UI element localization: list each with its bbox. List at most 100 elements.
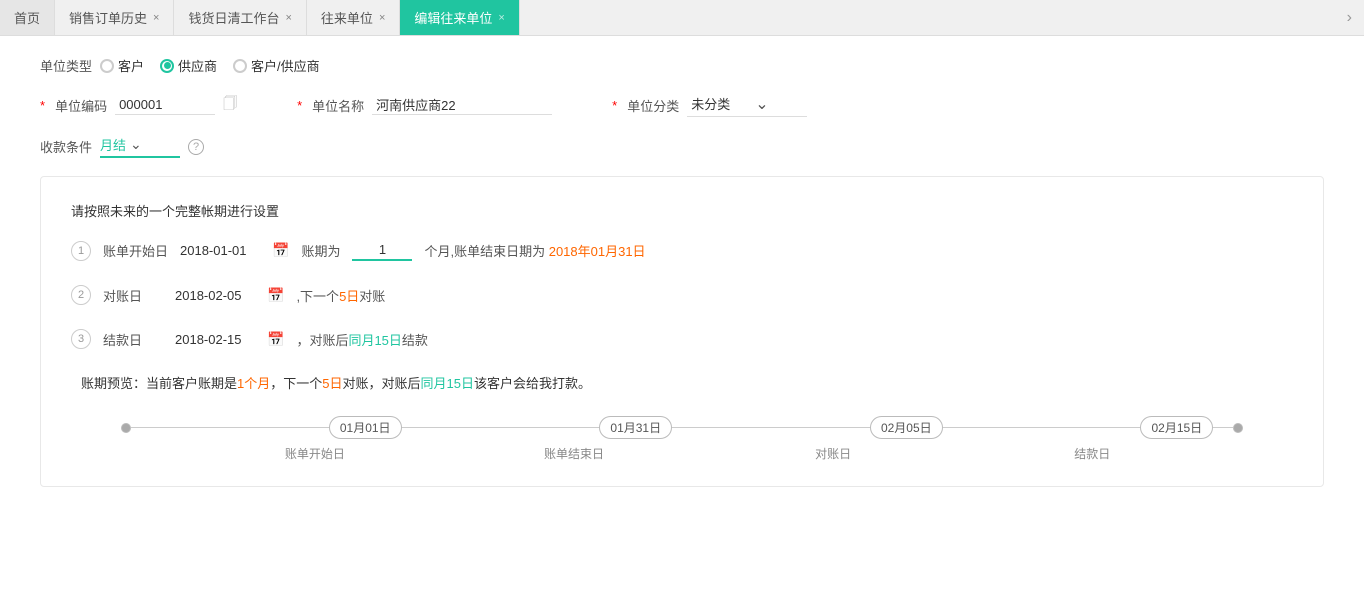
tab-edit-partner[interactable]: 编辑往来单位 × [400, 0, 519, 35]
name-label: 单位名称 [312, 96, 364, 115]
radio-both[interactable]: 客户/供应商 [233, 56, 320, 75]
unit-type-row: 单位类型 客户 供应商 客户/供应商 [40, 56, 1324, 75]
radio-customer-circle [100, 59, 114, 73]
step-3-highlight: 同月15日 [348, 333, 401, 348]
timeline-node-4: 02月15日 [1140, 416, 1213, 439]
code-required: * [40, 98, 45, 113]
category-group: * 单位分类 未分类 ⌄ [612, 94, 807, 117]
radio-customer-label: 客户 [118, 56, 144, 75]
tab-cash-work[interactable]: 钱货日清工作台 × [174, 0, 306, 35]
tab-sales-history[interactable]: 销售订单历史 × [55, 0, 174, 35]
step-2-row: 2 对账日 2018-02-05 📅 ,下一个5日对账 [71, 285, 1293, 305]
timeline-node-2: 01月31日 [599, 416, 672, 439]
radio-supplier-circle [160, 59, 174, 73]
timeline-badge-4: 02月15日 [1140, 416, 1213, 439]
tab-sales-history-close[interactable]: × [153, 12, 159, 24]
radio-group: 客户 供应商 客户/供应商 [100, 56, 320, 75]
category-required: * [612, 98, 617, 113]
name-input[interactable] [372, 95, 552, 115]
timeline-line-4 [943, 427, 1141, 428]
payment-help-icon[interactable]: ? [188, 139, 204, 155]
unit-type-group: 单位类型 客户 供应商 客户/供应商 [40, 56, 320, 75]
timeline-captions: 账单开始日 账单结束日 对账日 结款日 [81, 445, 1283, 462]
step-1-period-input[interactable] [352, 240, 412, 261]
tab-bar: 首页 销售订单历史 × 钱货日清工作台 × 往来单位 × 编辑往来单位 × › [0, 0, 1364, 36]
payment-dropdown[interactable]: 月结 ⌄ [100, 135, 180, 158]
timeline-line-3 [672, 427, 870, 428]
step-1-cal-icon[interactable]: 📅 [272, 242, 289, 259]
step-3-num: 3 [71, 329, 91, 349]
tab-home-label: 首页 [14, 8, 40, 27]
payment-arrow-icon: ⌄ [130, 136, 142, 153]
step-2-label: 对账日 [103, 286, 163, 305]
payment-group: 收款条件 月结 ⌄ ? [40, 135, 204, 158]
payment-label: 收款条件 [40, 137, 92, 156]
step-1-period-end: 2018年01月31日 [549, 244, 646, 259]
tab-cash-work-label: 钱货日清工作台 [188, 8, 279, 27]
step-2-date: 2018-02-05 [175, 288, 255, 303]
main-content: 单位类型 客户 供应商 客户/供应商 * 单位编码 [0, 36, 1364, 608]
preview-highlight1: 1个月 [237, 376, 270, 391]
timeline-caption-2: 账单结束日 [544, 447, 604, 461]
timeline-caption-1: 账单开始日 [285, 447, 345, 461]
name-group: * 单位名称 [297, 95, 552, 115]
tab-partner[interactable]: 往来单位 × [307, 0, 400, 35]
payment-value: 月结 [100, 135, 126, 154]
code-copy-icon[interactable]: 🗍 [223, 93, 237, 117]
tab-edit-partner-close[interactable]: × [498, 12, 504, 24]
timeline-start-dot [121, 423, 131, 433]
tab-partner-close[interactable]: × [379, 12, 385, 24]
timeline-caption-3: 对账日 [815, 447, 851, 461]
timeline-badge-3: 02月05日 [870, 416, 943, 439]
timeline-caption-4: 结款日 [1074, 447, 1110, 461]
step-1-label: 账单开始日 [103, 241, 168, 260]
step-3-date: 2018-02-15 [175, 332, 255, 347]
radio-customer[interactable]: 客户 [100, 56, 144, 75]
name-required: * [297, 98, 302, 113]
preview-highlight3: 同月15日 [421, 376, 474, 391]
category-value: 未分类 [691, 94, 751, 113]
timeline-badge-1: 01月01日 [329, 416, 402, 439]
radio-supplier-label: 供应商 [178, 56, 217, 75]
step-1-num: 1 [71, 241, 91, 261]
timeline-end-dot [1233, 423, 1243, 433]
step-1-row: 1 账单开始日 2018-01-01 📅 账期为 个月,账单结束日期为 2018… [71, 240, 1293, 261]
payment-row: 收款条件 月结 ⌄ ? [40, 135, 1324, 158]
category-label: 单位分类 [627, 96, 679, 115]
tab-expand-btn[interactable]: › [1335, 0, 1364, 35]
timeline: 01月01日 01月31日 02月05日 02月15日 [81, 416, 1283, 439]
code-input[interactable] [115, 95, 215, 115]
code-label: 单位编码 [55, 96, 107, 115]
preview-text: 账期预览：当前客户账期是1个月，下一个5日对账，对账后同月15日该客户会给我打款… [71, 373, 1293, 392]
radio-supplier[interactable]: 供应商 [160, 56, 217, 75]
step-1-period-unit: 个月,账单结束日期为 2018年01月31日 [424, 241, 645, 260]
timeline-container: 01月01日 01月31日 02月05日 02月15日 [71, 416, 1293, 462]
step-2-highlight: 5日 [339, 289, 359, 304]
category-arrow-icon: ⌄ [755, 94, 768, 114]
step-2-desc: ,下一个5日对账 [296, 286, 385, 305]
section-title: 请按照未来的一个完整帐期进行设置 [71, 201, 1293, 220]
step-3-cal-icon[interactable]: 📅 [267, 331, 284, 348]
step-2-cal-icon[interactable]: 📅 [267, 287, 284, 304]
code-group: * 单位编码 🗍 [40, 93, 237, 117]
tab-cash-work-close[interactable]: × [285, 12, 291, 24]
timeline-node-3: 02月05日 [870, 416, 943, 439]
category-dropdown[interactable]: 未分类 ⌄ [687, 94, 807, 117]
timeline-line-5 [1213, 427, 1233, 428]
step-1-date: 2018-01-01 [180, 243, 260, 258]
timeline-line-1 [131, 427, 329, 428]
tab-home[interactable]: 首页 [0, 0, 55, 35]
tab-edit-partner-label: 编辑往来单位 [414, 8, 492, 27]
radio-both-label: 客户/供应商 [251, 56, 320, 75]
step-2-num: 2 [71, 285, 91, 305]
timeline-node-1: 01月01日 [329, 416, 402, 439]
step-3-row: 3 结款日 2018-02-15 📅 ，对账后同月15日结款 [71, 329, 1293, 349]
settings-section: 请按照未来的一个完整帐期进行设置 1 账单开始日 2018-01-01 📅 账期… [40, 176, 1324, 487]
radio-both-circle [233, 59, 247, 73]
tab-sales-history-label: 销售订单历史 [69, 8, 147, 27]
code-name-category-row: * 单位编码 🗍 * 单位名称 * 单位分类 未分类 ⌄ [40, 93, 1324, 117]
timeline-badge-2: 01月31日 [599, 416, 672, 439]
unit-type-label: 单位类型 [40, 56, 92, 75]
step-3-desc: ，对账后同月15日结款 [296, 330, 428, 349]
step-1-period-label: 账期为 [301, 241, 340, 260]
